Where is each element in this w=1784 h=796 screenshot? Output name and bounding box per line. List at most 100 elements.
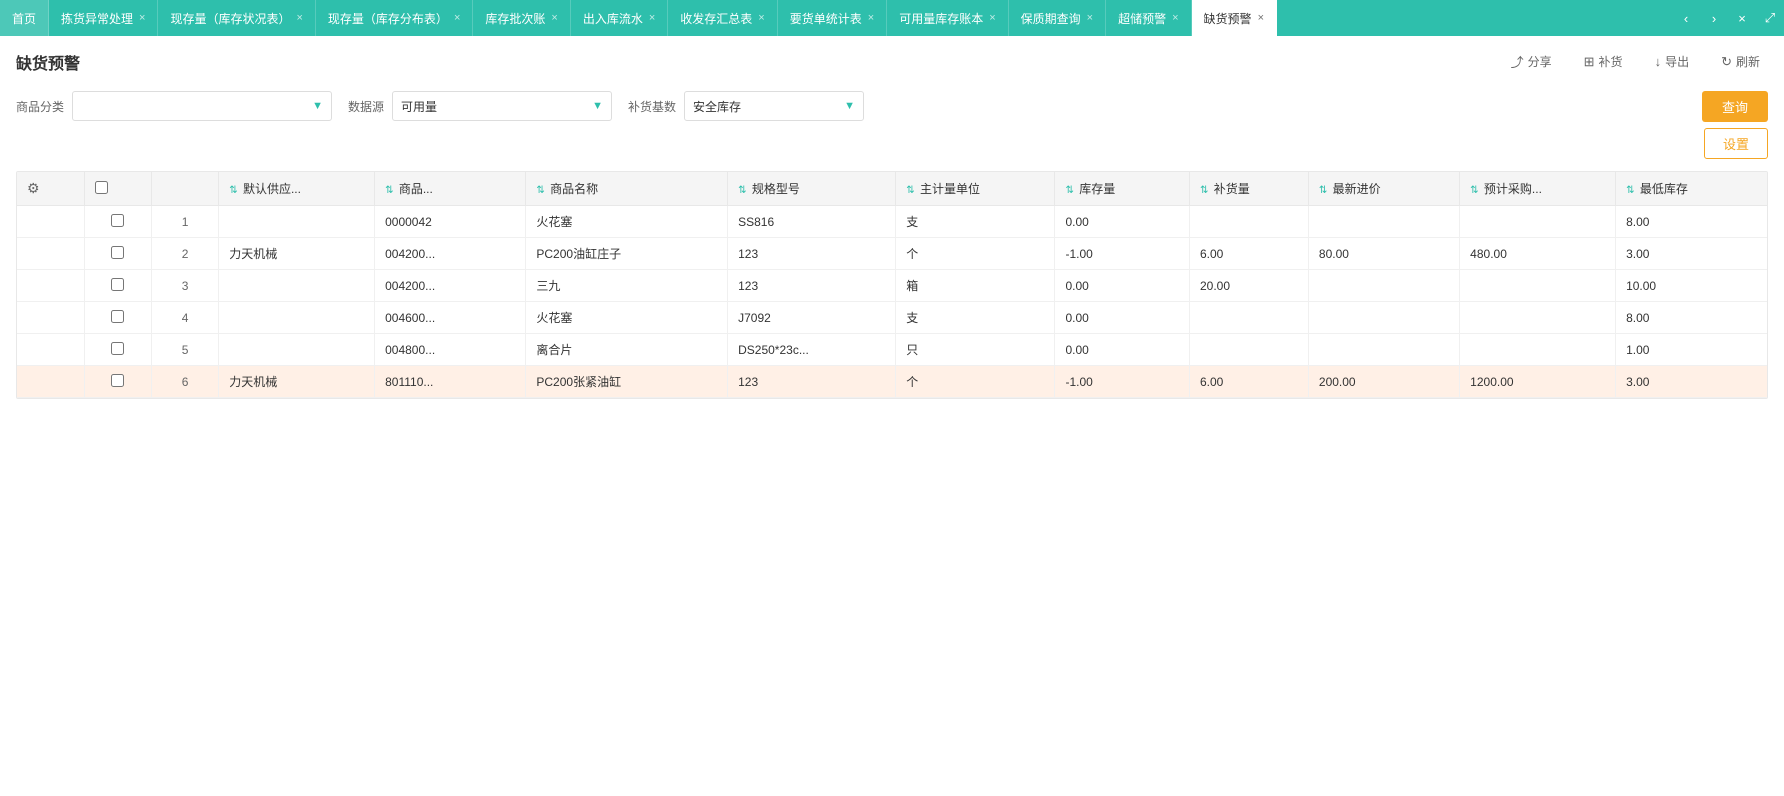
- tab-stock-status[interactable]: 现存量（库存状况表） ×: [158, 0, 315, 36]
- sort-plan-icon: ⇅: [1470, 185, 1478, 196]
- tab-demand[interactable]: 要货单统计表 ×: [778, 0, 887, 36]
- row-price-cell: [1308, 302, 1459, 334]
- refresh-button[interactable]: ↻ 刷新: [1713, 49, 1768, 74]
- row-spec-cell: J7092: [728, 302, 896, 334]
- close-expiry-tab[interactable]: ×: [1087, 12, 1093, 24]
- row-gear-cell: [17, 334, 84, 366]
- col-header-check[interactable]: [84, 172, 151, 206]
- tab-bar: 首页 拣货异常处理 × 现存量（库存状况表） × 现存量（库存分布表） × 库存…: [0, 0, 1784, 36]
- row-minstock-cell: 3.00: [1616, 366, 1767, 398]
- datasource-chevron-icon: ▼: [592, 100, 603, 112]
- col-header-spec[interactable]: ⇅ 规格型号: [728, 172, 896, 206]
- header-actions: ⤴ 分享 ⊞ 补货 ↓ 导出 ↻ 刷新: [1503, 48, 1768, 75]
- close-stock-dist-tab[interactable]: ×: [454, 12, 460, 24]
- close-overstock-tab[interactable]: ×: [1172, 12, 1178, 24]
- tab-overstock[interactable]: 超储预警 ×: [1106, 0, 1191, 36]
- row-code-cell: 004800...: [375, 334, 526, 366]
- row-gear-cell: [17, 206, 84, 238]
- table-row: 2 力天机械 004200... PC200油缸庄子 123 个 -1.00 6…: [17, 238, 1767, 270]
- row-minstock-cell: 8.00: [1616, 302, 1767, 334]
- row-gear-cell: [17, 270, 84, 302]
- col-header-stock[interactable]: ⇅ 库存量: [1055, 172, 1189, 206]
- tab-stock-dist[interactable]: 现存量（库存分布表） ×: [316, 0, 473, 36]
- sort-spec-icon: ⇅: [738, 185, 746, 196]
- row-checkbox[interactable]: [111, 374, 124, 387]
- col-header-plan[interactable]: ⇅ 预计采购...: [1460, 172, 1616, 206]
- col-header-gear[interactable]: ⚙: [17, 172, 84, 206]
- replenish-button[interactable]: ⊞ 补货: [1576, 49, 1631, 74]
- row-unit-cell: 只: [896, 334, 1055, 366]
- row-minstock-cell: 3.00: [1616, 238, 1767, 270]
- datasource-label: 数据源: [348, 98, 384, 115]
- col-header-minstock[interactable]: ⇅ 最低库存: [1616, 172, 1767, 206]
- tab-collect[interactable]: 收发存汇总表 ×: [668, 0, 777, 36]
- col-header-code[interactable]: ⇅ 商品...: [375, 172, 526, 206]
- close-exception-tab[interactable]: ×: [139, 12, 145, 24]
- row-spec-cell: SS816: [728, 206, 896, 238]
- row-unit-cell: 个: [896, 238, 1055, 270]
- close-collect-tab[interactable]: ×: [758, 12, 764, 24]
- export-button[interactable]: ↓ 导出: [1647, 49, 1698, 74]
- col-header-replenish[interactable]: ⇅ 补货量: [1189, 172, 1308, 206]
- page-header: 缺货预警 ⤴ 分享 ⊞ 补货 ↓ 导出 ↻ 刷新: [16, 48, 1768, 75]
- tab-expand-button[interactable]: ⤢: [1756, 0, 1784, 36]
- tab-next-button[interactable]: ›: [1700, 0, 1728, 36]
- query-button[interactable]: 查询: [1702, 91, 1768, 122]
- close-available-tab[interactable]: ×: [989, 12, 995, 24]
- row-checkbox[interactable]: [111, 342, 124, 355]
- replenish-select-value: 安全库存: [693, 98, 844, 115]
- close-shortage-tab[interactable]: ×: [1258, 12, 1264, 24]
- tab-home[interactable]: 首页: [0, 0, 49, 36]
- category-select[interactable]: ▼: [72, 91, 332, 121]
- col-header-unit[interactable]: ⇅ 主计量单位: [896, 172, 1055, 206]
- tab-close-button[interactable]: ×: [1728, 0, 1756, 36]
- row-unit-cell: 支: [896, 206, 1055, 238]
- row-minstock-cell: 10.00: [1616, 270, 1767, 302]
- tab-expiry[interactable]: 保质期查询 ×: [1009, 0, 1106, 36]
- share-icon: ⤴: [1511, 52, 1524, 71]
- col-header-price[interactable]: ⇅ 最新进价: [1308, 172, 1459, 206]
- row-price-cell: [1308, 206, 1459, 238]
- row-check-cell[interactable]: [84, 270, 151, 302]
- row-gear-cell: [17, 302, 84, 334]
- row-stock-cell: 0.00: [1055, 270, 1189, 302]
- row-replenish-cell: [1189, 334, 1308, 366]
- close-inout-tab[interactable]: ×: [649, 12, 655, 24]
- row-spec-cell: 123: [728, 366, 896, 398]
- row-plan-cell: [1460, 334, 1616, 366]
- row-checkbox[interactable]: [111, 214, 124, 227]
- row-replenish-cell: 6.00: [1189, 238, 1308, 270]
- row-checkbox[interactable]: [111, 278, 124, 291]
- datasource-filter-group: 数据源 可用量 ▼: [348, 91, 612, 121]
- row-price-cell: 80.00: [1308, 238, 1459, 270]
- col-header-name[interactable]: ⇅ 商品名称: [526, 172, 728, 206]
- col-header-supplier[interactable]: ⇅ 默认供应...: [219, 172, 375, 206]
- tab-shortage[interactable]: 缺货预警 ×: [1192, 0, 1277, 36]
- row-check-cell[interactable]: [84, 206, 151, 238]
- close-stock-status-tab[interactable]: ×: [296, 12, 302, 24]
- row-spec-cell: 123: [728, 270, 896, 302]
- settings-button[interactable]: 设置: [1704, 128, 1768, 159]
- select-all-checkbox[interactable]: [95, 181, 108, 194]
- row-supplier-cell: [219, 270, 375, 302]
- row-check-cell[interactable]: [84, 302, 151, 334]
- replenish-select[interactable]: 安全库存 ▼: [684, 91, 864, 121]
- row-plan-cell: 1200.00: [1460, 366, 1616, 398]
- tab-available[interactable]: 可用量库存账本 ×: [887, 0, 1008, 36]
- row-check-cell[interactable]: [84, 238, 151, 270]
- tab-inout[interactable]: 出入库流水 ×: [571, 0, 668, 36]
- tab-prev-button[interactable]: ‹: [1672, 0, 1700, 36]
- close-batch-tab[interactable]: ×: [551, 12, 557, 24]
- tab-batch[interactable]: 库存批次账 ×: [473, 0, 570, 36]
- datasource-select[interactable]: 可用量 ▼: [392, 91, 612, 121]
- row-price-cell: [1308, 334, 1459, 366]
- row-checkbox[interactable]: [111, 310, 124, 323]
- row-check-cell[interactable]: [84, 334, 151, 366]
- page-title: 缺货预警: [16, 50, 80, 74]
- close-demand-tab[interactable]: ×: [868, 12, 874, 24]
- row-check-cell[interactable]: [84, 366, 151, 398]
- share-button[interactable]: ⤴ 分享: [1503, 48, 1560, 75]
- table-settings-icon[interactable]: ⚙: [27, 180, 40, 196]
- tab-exception[interactable]: 拣货异常处理 ×: [49, 0, 158, 36]
- row-checkbox[interactable]: [111, 246, 124, 259]
